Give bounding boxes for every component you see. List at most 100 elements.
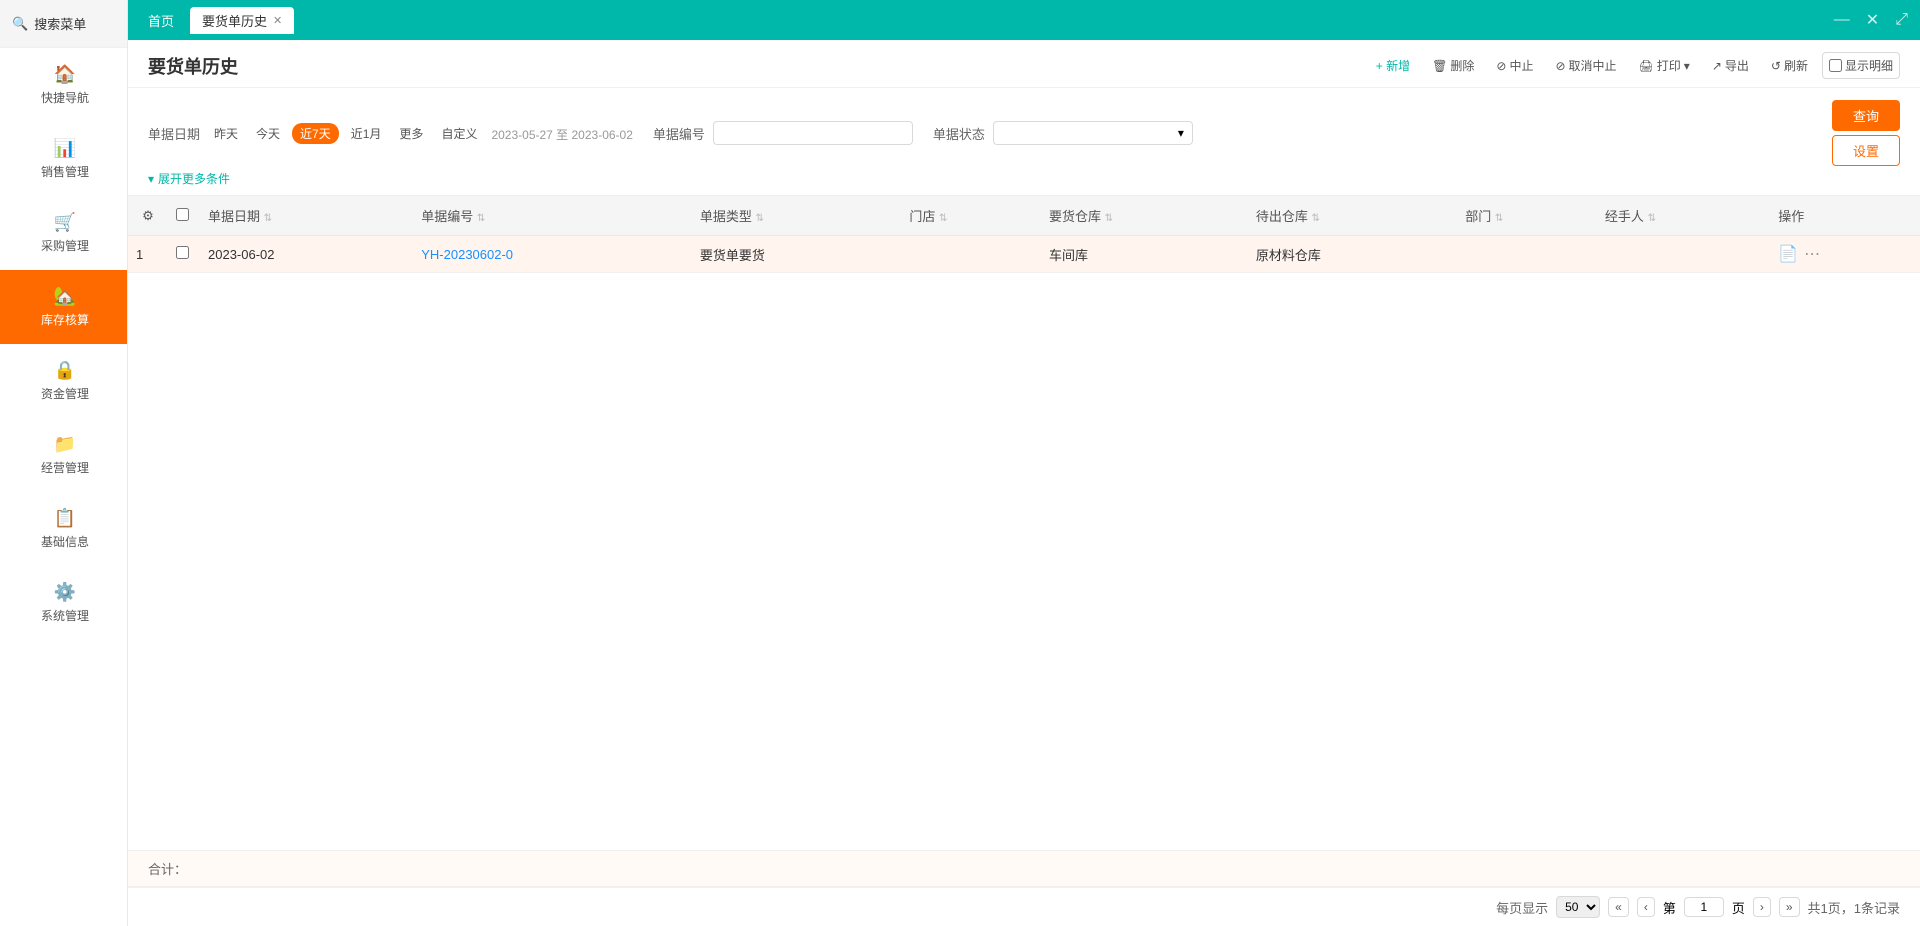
tab-requisition-history[interactable]: 要货单历史 ✕ bbox=[190, 7, 294, 34]
export-label: 导出 bbox=[1725, 57, 1749, 74]
stop-button[interactable]: ⊘ 中止 bbox=[1488, 53, 1541, 78]
settings-button[interactable]: 设置 bbox=[1832, 135, 1900, 166]
sidebar-item-inventory[interactable]: 🏡 库存核算 bbox=[0, 270, 127, 344]
window-minimize-icon[interactable]: — bbox=[1830, 9, 1854, 31]
first-page-btn[interactable]: « bbox=[1608, 897, 1629, 917]
row-order-type: 要货单要货 bbox=[692, 236, 901, 273]
col-req-warehouse: 要货仓库 ⇅ bbox=[1041, 196, 1248, 236]
sidebar-item-label: 销售管理 bbox=[41, 163, 89, 180]
pending-warehouse-sort-icon[interactable]: ⇅ bbox=[1311, 213, 1319, 224]
refresh-icon: ↺ bbox=[1771, 59, 1781, 73]
row-order-no-link[interactable]: YH-20230602-0 bbox=[421, 247, 513, 262]
print-dropdown-icon: ▾ bbox=[1684, 59, 1690, 73]
date-yesterday-btn[interactable]: 昨天 bbox=[208, 123, 244, 144]
window-maximize-icon[interactable]: ⤢ bbox=[1891, 9, 1912, 31]
query-button[interactable]: 查询 bbox=[1832, 100, 1900, 131]
sidebar-item-purchase[interactable]: 🛒 采购管理 bbox=[0, 196, 127, 270]
order-type-sort-icon[interactable]: ⇅ bbox=[756, 213, 764, 224]
tab-requisition-history-label: 要货单历史 bbox=[202, 11, 267, 30]
sidebar-item-label: 资金管理 bbox=[41, 385, 89, 402]
date-today-btn[interactable]: 今天 bbox=[250, 123, 286, 144]
col-checkbox[interactable] bbox=[168, 196, 200, 236]
row-order-no: YH-20230602-0 bbox=[413, 236, 692, 273]
export-button[interactable]: ↗ 导出 bbox=[1704, 53, 1757, 78]
tab-home[interactable]: 首页 bbox=[136, 7, 186, 34]
delete-button[interactable]: 🗑 删除 bbox=[1424, 53, 1482, 78]
last-page-btn[interactable]: » bbox=[1779, 897, 1800, 917]
date-more-btn[interactable]: 更多 bbox=[393, 123, 429, 144]
order-no-label: 单据编号 bbox=[653, 124, 705, 143]
sidebar: 🔍 搜索菜单 🏠 快捷导航 📊 销售管理 🛒 采购管理 🏡 库存核算 🔒 资金管… bbox=[0, 0, 128, 926]
col-department-label: 部门 bbox=[1465, 209, 1491, 224]
page-title: 要货单历史 bbox=[148, 53, 238, 79]
row-req-warehouse: 车间库 bbox=[1041, 236, 1248, 273]
sidebar-item-finance[interactable]: 🔒 资金管理 bbox=[0, 344, 127, 418]
status-select[interactable]: ▾ bbox=[993, 121, 1193, 145]
refresh-button[interactable]: ↺ 刷新 bbox=[1763, 53, 1816, 78]
sidebar-item-system[interactable]: ⚙️ 系统管理 bbox=[0, 566, 127, 640]
order-no-sort-icon[interactable]: ⇅ bbox=[477, 213, 485, 224]
row-no: 1 bbox=[128, 236, 168, 273]
page-label: 第 bbox=[1663, 898, 1676, 917]
row-more-icon[interactable]: ⋯ bbox=[1804, 244, 1820, 264]
page-number-input[interactable] bbox=[1684, 897, 1724, 917]
date-sort-icon[interactable]: ⇅ bbox=[264, 213, 272, 224]
cancel-stop-button[interactable]: ⊘ 取消中止 bbox=[1547, 53, 1624, 78]
row-edit-icon[interactable]: 📄 bbox=[1778, 244, 1798, 264]
handler-sort-icon[interactable]: ⇅ bbox=[1648, 213, 1656, 224]
date-custom-btn[interactable]: 自定义 bbox=[435, 123, 483, 144]
req-warehouse-sort-icon[interactable]: ⇅ bbox=[1105, 213, 1113, 224]
date-1month-btn[interactable]: 近1月 bbox=[345, 123, 388, 144]
per-page-select[interactable]: 50 bbox=[1556, 896, 1600, 918]
sidebar-item-operation[interactable]: 📁 经营管理 bbox=[0, 418, 127, 492]
expand-more-btn[interactable]: ▾ 展开更多条件 bbox=[148, 170, 1900, 187]
row-select-checkbox[interactable] bbox=[176, 246, 189, 259]
new-button[interactable]: + 新增 bbox=[1368, 53, 1418, 78]
order-no-filter-group: 单据编号 bbox=[653, 121, 913, 145]
print-button[interactable]: 🖨 打印 ▾ bbox=[1631, 53, 1698, 78]
date-7days-btn[interactable]: 近7天 bbox=[292, 123, 339, 144]
tabs-bar-right: — ✕ ⤢ bbox=[1830, 8, 1912, 32]
tab-close-btn[interactable]: ✕ bbox=[273, 14, 282, 27]
summary-label: 合计： bbox=[148, 859, 187, 878]
cancel-stop-label: 取消中止 bbox=[1569, 57, 1617, 74]
row-handler bbox=[1597, 236, 1770, 273]
window-close-icon[interactable]: ✕ bbox=[1862, 8, 1883, 32]
select-all-checkbox[interactable] bbox=[176, 208, 189, 221]
store-sort-icon[interactable]: ⇅ bbox=[939, 213, 947, 224]
col-action-label: 操作 bbox=[1778, 209, 1804, 224]
sidebar-item-label: 快捷导航 bbox=[41, 89, 89, 106]
order-no-input[interactable] bbox=[713, 121, 913, 145]
col-settings[interactable]: ⚙ bbox=[128, 196, 168, 236]
sidebar-item-quick-nav[interactable]: 🏠 快捷导航 bbox=[0, 48, 127, 122]
display-detail-checkbox[interactable] bbox=[1829, 59, 1842, 72]
home-icon: 🏠 bbox=[54, 64, 76, 85]
table-header-row: ⚙ 单据日期 ⇅ 单据编号 ⇅ 单据类型 ⇅ bbox=[128, 196, 1920, 236]
main-area: 首页 要货单历史 ✕ — ✕ ⤢ 要货单历史 + 新增 🗑 删除 ⊘ 中 bbox=[128, 0, 1920, 926]
per-page-label: 每页显示 bbox=[1496, 898, 1548, 917]
stop-label: 中止 bbox=[1509, 57, 1533, 74]
cancel-stop-icon: ⊘ bbox=[1555, 59, 1565, 73]
status-filter-group: 单据状态 ▾ bbox=[933, 121, 1193, 145]
col-order-type-label: 单据类型 bbox=[700, 209, 752, 224]
stop-icon: ⊘ bbox=[1496, 59, 1506, 73]
table-wrapper: ⚙ 单据日期 ⇅ 单据编号 ⇅ 单据类型 ⇅ bbox=[128, 196, 1920, 850]
sidebar-item-label: 系统管理 bbox=[41, 607, 89, 624]
pagination: 每页显示 50 « ‹ 第 页 › » 共1页，1条记录 bbox=[128, 887, 1920, 926]
display-detail-button[interactable]: 显示明细 bbox=[1822, 52, 1900, 79]
department-sort-icon[interactable]: ⇅ bbox=[1495, 213, 1503, 224]
sidebar-item-sales[interactable]: 📊 销售管理 bbox=[0, 122, 127, 196]
next-page-btn[interactable]: › bbox=[1753, 897, 1771, 917]
sidebar-search[interactable]: 🔍 搜索菜单 bbox=[0, 0, 127, 48]
col-order-no: 单据编号 ⇅ bbox=[413, 196, 692, 236]
col-handler: 经手人 ⇅ bbox=[1597, 196, 1770, 236]
prev-page-btn[interactable]: ‹ bbox=[1637, 897, 1655, 917]
sidebar-item-label: 经营管理 bbox=[41, 459, 89, 476]
row-pending-warehouse: 原材料仓库 bbox=[1248, 236, 1457, 273]
filter-row: 单据日期 昨天 今天 近7天 近1月 更多 自定义 2023-05-27 至 2… bbox=[148, 100, 1900, 166]
row-store bbox=[901, 236, 1041, 273]
delete-label: 删除 bbox=[1450, 57, 1474, 74]
sidebar-item-base[interactable]: 📋 基础信息 bbox=[0, 492, 127, 566]
row-checkbox[interactable] bbox=[168, 236, 200, 273]
filter-right-buttons: 查询 设置 bbox=[1832, 100, 1900, 166]
